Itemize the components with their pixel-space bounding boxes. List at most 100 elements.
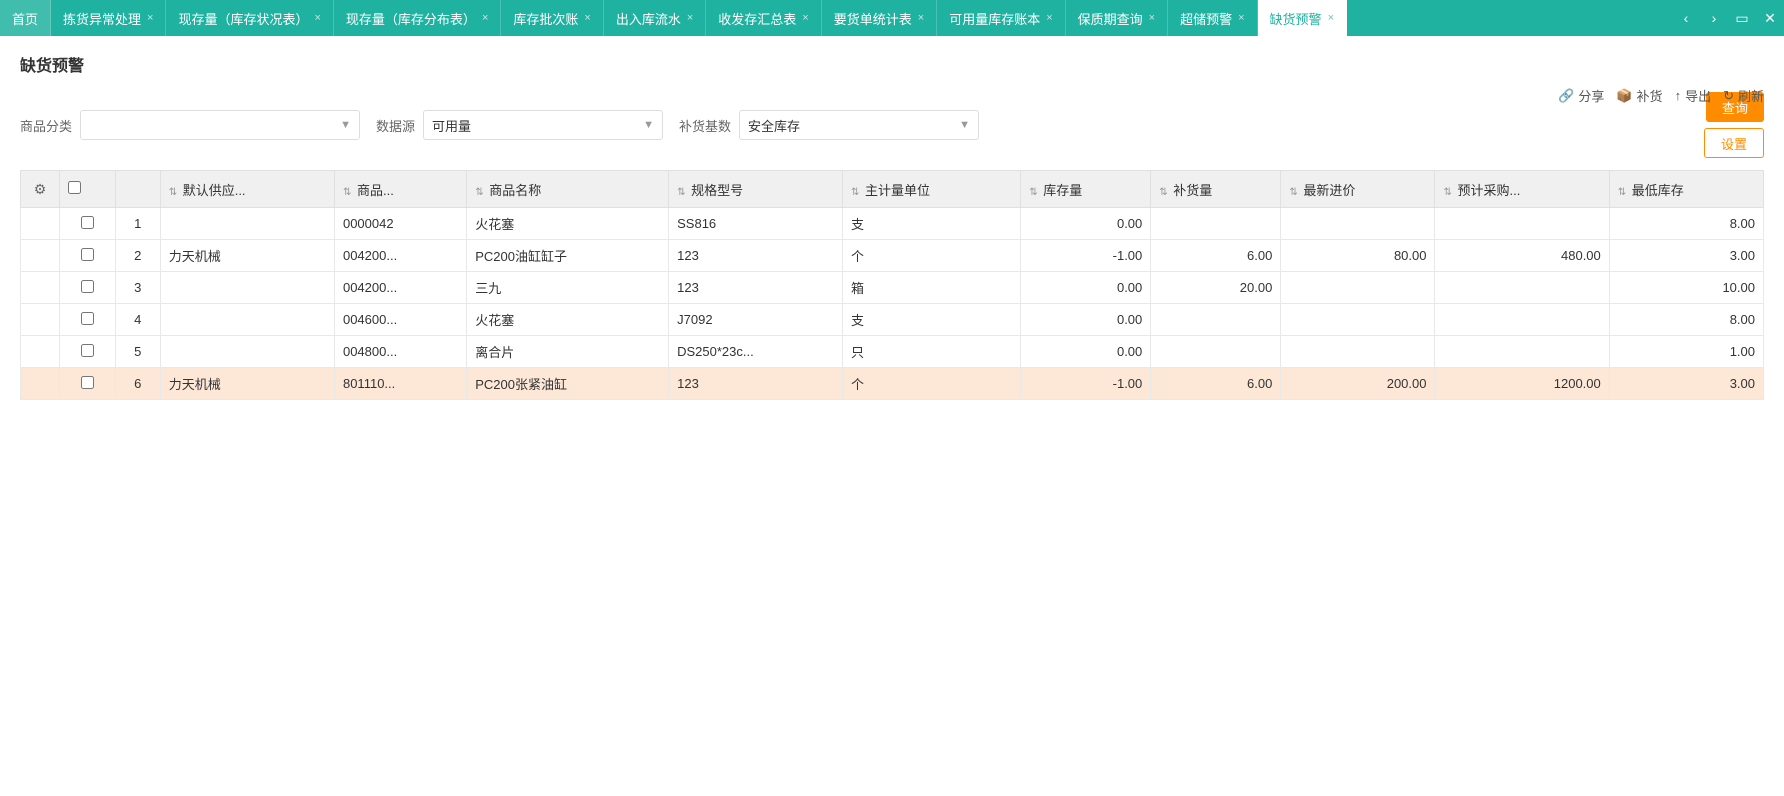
row-stock-4: 0.00: [1021, 336, 1151, 368]
row-spec-2: 123: [669, 272, 843, 304]
tab-inout-flow[interactable]: 出入库流水×: [604, 0, 706, 36]
tab-receive-summary[interactable]: 收发存汇总表×: [706, 0, 821, 36]
datasource-label: 数据源: [376, 116, 415, 135]
row-est-purchase-2: [1435, 272, 1609, 304]
row-stock-5: -1.00: [1021, 368, 1151, 400]
row-spec-4: DS250*23c...: [669, 336, 843, 368]
tab-close-exception[interactable]: ×: [147, 12, 153, 24]
row-select-1[interactable]: [81, 248, 94, 261]
tab-restore-btn[interactable]: ▭: [1728, 0, 1756, 36]
tab-close-available-ledger[interactable]: ×: [1046, 12, 1052, 24]
row-spec-1: 123: [669, 240, 843, 272]
tab-expiry-query[interactable]: 保质期查询×: [1066, 0, 1168, 36]
column-est-purchase[interactable]: ⇅ 预计采购...: [1435, 171, 1609, 208]
row-latest-price-4: [1281, 336, 1435, 368]
datasource-select[interactable]: 可用量 ▼: [423, 110, 663, 140]
column-spec[interactable]: ⇅ 规格型号: [669, 171, 843, 208]
row-goods-code-1: 004200...: [334, 240, 466, 272]
tab-home[interactable]: 首页: [0, 0, 51, 36]
row-checkbox-3[interactable]: [60, 304, 116, 336]
tab-close-receive-summary[interactable]: ×: [802, 12, 808, 24]
row-supplier-2: [160, 272, 334, 304]
column-settings[interactable]: ⚙: [21, 171, 60, 208]
replenish-base-value: 安全库存: [748, 116, 800, 135]
row-min-stock-0: 8.00: [1609, 208, 1763, 240]
row-unit-5: 个: [842, 368, 1020, 400]
tab-inventory-dist[interactable]: 现存量（库存分布表）×: [334, 0, 501, 36]
category-label: 商品分类: [20, 116, 72, 135]
column-num: [115, 171, 160, 208]
replenish-base-select[interactable]: 安全库存 ▼: [739, 110, 979, 140]
tab-close-batch-account[interactable]: ×: [584, 12, 590, 24]
row-goods-name-1: PC200油缸缸子: [467, 240, 669, 272]
category-select[interactable]: ▼: [80, 110, 360, 140]
row-latest-price-0: [1281, 208, 1435, 240]
row-checkbox-1[interactable]: [60, 240, 116, 272]
row-num-4: 5: [115, 336, 160, 368]
replenish-action[interactable]: 📦 补货: [1616, 86, 1662, 105]
row-checkbox-0[interactable]: [60, 208, 116, 240]
tab-inventory-status[interactable]: 现存量（库存状况表）×: [166, 0, 333, 36]
column-stock[interactable]: ⇅ 库存量: [1021, 171, 1151, 208]
table-row: 5 004800... 离合片 DS250*23c... 只 0.00 1.00: [21, 336, 1764, 368]
row-checkbox-5[interactable]: [60, 368, 116, 400]
gear-icon[interactable]: ⚙: [29, 178, 51, 200]
row-checkbox-2[interactable]: [60, 272, 116, 304]
row-spec-5: 123: [669, 368, 843, 400]
tab-prev-btn[interactable]: ‹: [1672, 0, 1700, 36]
settings-button[interactable]: 设置: [1704, 128, 1764, 158]
row-gear-2: [21, 272, 60, 304]
tab-close-inout-flow[interactable]: ×: [687, 12, 693, 24]
tab-close-all-btn[interactable]: ✕: [1756, 0, 1784, 36]
row-select-0[interactable]: [81, 216, 94, 229]
column-goods-name[interactable]: ⇅ 商品名称: [467, 171, 669, 208]
row-unit-4: 只: [842, 336, 1020, 368]
row-select-3[interactable]: [81, 312, 94, 325]
column-unit[interactable]: ⇅ 主计量单位: [842, 171, 1020, 208]
select-all-checkbox[interactable]: [68, 181, 81, 194]
share-action[interactable]: 🔗 分享: [1558, 86, 1604, 105]
row-select-5[interactable]: [81, 376, 94, 389]
tab-close-overstock[interactable]: ×: [1238, 12, 1244, 24]
column-latest-price[interactable]: ⇅ 最新进价: [1281, 171, 1435, 208]
export-action[interactable]: ↑ 导出: [1675, 86, 1712, 105]
row-gear-1: [21, 240, 60, 272]
row-stock-2: 0.00: [1021, 272, 1151, 304]
datasource-arrow-icon: ▼: [643, 119, 654, 131]
column-replenish-qty[interactable]: ⇅ 补货量: [1151, 171, 1281, 208]
min-stock-sort-icon: ⇅: [1618, 187, 1626, 198]
row-goods-name-5: PC200张紧油缸: [467, 368, 669, 400]
row-est-purchase-0: [1435, 208, 1609, 240]
row-select-2[interactable]: [81, 280, 94, 293]
goods-code-sort-icon: ⇅: [343, 187, 351, 198]
row-select-4[interactable]: [81, 344, 94, 357]
replenish-base-filter-group: 补货基数 安全库存 ▼: [679, 110, 979, 140]
tab-exception[interactable]: 拣货异常处理×: [51, 0, 166, 36]
tab-shortage[interactable]: 缺货预警×: [1258, 0, 1347, 36]
table-row: 3 004200... 三九 123 箱 0.00 20.00 10.00: [21, 272, 1764, 304]
tab-close-shortage[interactable]: ×: [1328, 12, 1334, 24]
latest-price-sort-icon: ⇅: [1289, 187, 1297, 198]
row-stock-3: 0.00: [1021, 304, 1151, 336]
column-supplier[interactable]: ⇅ 默认供应...: [160, 171, 334, 208]
row-goods-code-4: 004800...: [334, 336, 466, 368]
tab-available-ledger[interactable]: 可用量库存账本×: [937, 0, 1065, 36]
tab-batch-account[interactable]: 库存批次账×: [501, 0, 603, 36]
row-min-stock-3: 8.00: [1609, 304, 1763, 336]
tab-close-expiry-query[interactable]: ×: [1149, 12, 1155, 24]
row-goods-code-0: 0000042: [334, 208, 466, 240]
tab-order-stats[interactable]: 要货单统计表×: [822, 0, 937, 36]
tab-close-order-stats[interactable]: ×: [918, 12, 924, 24]
tab-overstock[interactable]: 超储预警×: [1168, 0, 1257, 36]
tab-close-inventory-status[interactable]: ×: [314, 12, 320, 24]
row-latest-price-5: 200.00: [1281, 368, 1435, 400]
row-goods-name-3: 火花塞: [467, 304, 669, 336]
column-min-stock[interactable]: ⇅ 最低库存: [1609, 171, 1763, 208]
tab-close-inventory-dist[interactable]: ×: [482, 12, 488, 24]
refresh-action[interactable]: ↻ 刷新: [1723, 86, 1764, 105]
row-stock-0: 0.00: [1021, 208, 1151, 240]
column-goods-code[interactable]: ⇅ 商品...: [334, 171, 466, 208]
row-min-stock-4: 1.00: [1609, 336, 1763, 368]
row-checkbox-4[interactable]: [60, 336, 116, 368]
tab-next-btn[interactable]: ›: [1700, 0, 1728, 36]
